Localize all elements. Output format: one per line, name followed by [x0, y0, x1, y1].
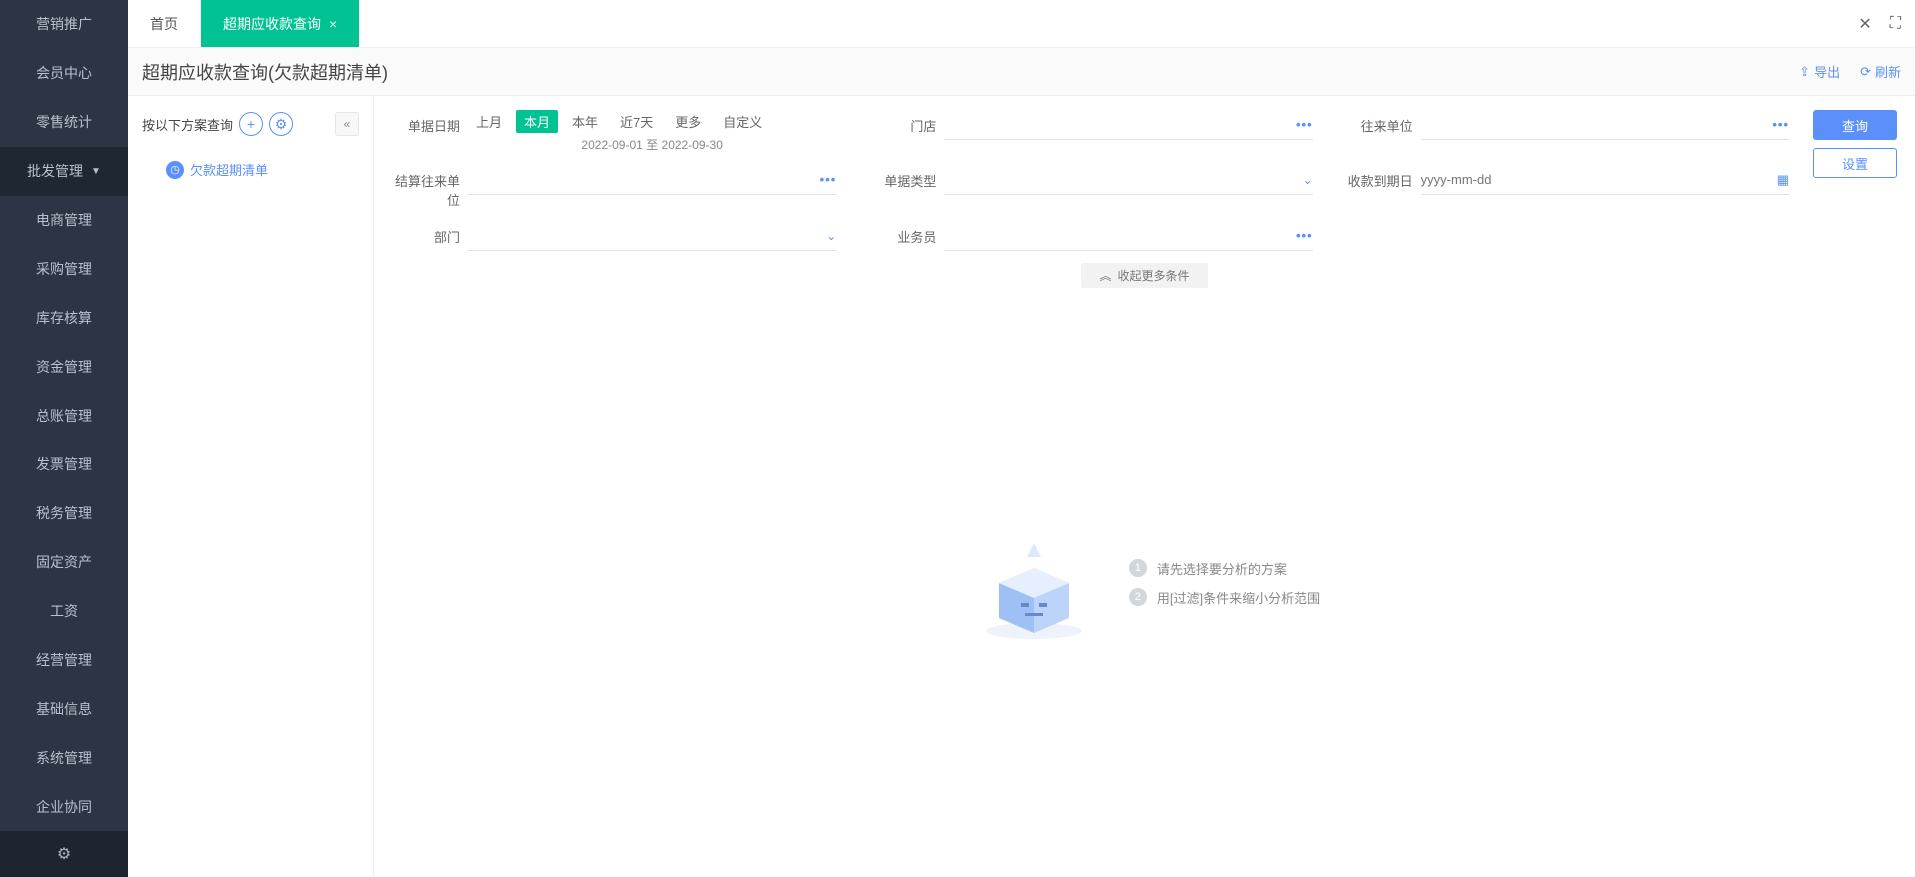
- sidebar-settings[interactable]: ⚙: [0, 831, 128, 877]
- ellipsis-icon: •••: [1772, 117, 1789, 132]
- sidebar-item-invoice[interactable]: 发票管理: [0, 440, 128, 489]
- filter-settle: 结算往来单位 •••: [384, 165, 836, 209]
- sidebar-item-ledger[interactable]: 总账管理: [0, 391, 128, 440]
- sidebar-item-salary[interactable]: 工资: [0, 587, 128, 636]
- filter-clerk: 业务员 •••: [860, 221, 1312, 251]
- filter-partner: 往来单位 •••: [1337, 110, 1789, 140]
- sidebar-item-basicinfo[interactable]: 基础信息: [0, 684, 128, 733]
- collapse-filters-button[interactable]: ︽ 收起更多条件: [1081, 263, 1207, 288]
- close-all-icon[interactable]: ✕: [1858, 14, 1871, 34]
- empty-state: 1请先选择要分析的方案 2用[过滤]条件来缩小分析范围: [374, 288, 1915, 877]
- sidebar-item-ecommerce[interactable]: 电商管理: [0, 196, 128, 245]
- caret-down-icon: ▼: [91, 166, 101, 177]
- filter-due: 收款到期日 ▦: [1337, 165, 1789, 195]
- scheme-item-overdue[interactable]: ◷ 欠款超期清单: [144, 156, 357, 183]
- empty-illustration: [969, 523, 1099, 643]
- sidebar-item-retail[interactable]: 零售统计: [0, 98, 128, 147]
- refresh-icon: ⟳: [1860, 64, 1871, 80]
- chip-thismonth[interactable]: 本月: [516, 110, 558, 133]
- empty-tip-1: 1请先选择要分析的方案: [1129, 559, 1320, 578]
- chevron-down-icon: ⌄: [826, 229, 836, 243]
- sidebar-item-operation[interactable]: 经营管理: [0, 636, 128, 685]
- filter-store: 门店 •••: [860, 110, 1312, 140]
- gear-icon: ⚙: [57, 844, 71, 864]
- due-date-input[interactable]: ▦: [1421, 165, 1789, 195]
- sidebar-item-fixedasset[interactable]: 固定资产: [0, 538, 128, 587]
- ellipsis-icon: •••: [1296, 117, 1313, 132]
- chevron-up-icon: ︽: [1099, 267, 1111, 284]
- sidebar-item-funds[interactable]: 资金管理: [0, 342, 128, 391]
- filter-type: 单据类型 ⌄: [860, 165, 1312, 195]
- sidebar-item-member[interactable]: 会员中心: [0, 49, 128, 98]
- chip-7days[interactable]: 近7天: [612, 110, 661, 133]
- empty-tip-2: 2用[过滤]条件来缩小分析范围: [1129, 588, 1320, 607]
- scheme-settings-button[interactable]: ⚙: [269, 112, 293, 136]
- sidebar-item-inventory[interactable]: 库存核算: [0, 293, 128, 342]
- type-select[interactable]: ⌄: [944, 165, 1312, 195]
- chip-thisyear[interactable]: 本年: [564, 110, 606, 133]
- sidebar: 营销推广 会员中心 零售统计 批发管理▼ 电商管理 采购管理 库存核算 资金管理…: [0, 0, 128, 877]
- query-button[interactable]: 查询: [1813, 110, 1897, 140]
- settings-button[interactable]: 设置: [1813, 148, 1897, 178]
- sidebar-item-purchase[interactable]: 采购管理: [0, 244, 128, 293]
- sidebar-item-enterprise[interactable]: 企业协同: [0, 782, 128, 831]
- tab-overdue-query[interactable]: 超期应收款查询 ×: [201, 0, 360, 47]
- settle-picker[interactable]: •••: [468, 165, 836, 195]
- collapse-panel-button[interactable]: «: [335, 112, 359, 136]
- fullscreen-icon[interactable]: ⛶: [1890, 15, 1901, 33]
- date-range-text: 2022-09-01 至 2022-09-30: [468, 136, 836, 153]
- chip-lastmonth[interactable]: 上月: [468, 110, 510, 133]
- sidebar-item-tax[interactable]: 税务管理: [0, 489, 128, 538]
- sidebar-item-marketing[interactable]: 营销推广: [0, 0, 128, 49]
- ellipsis-icon: •••: [1296, 228, 1313, 243]
- chevron-down-icon: ⌄: [1303, 173, 1313, 187]
- refresh-button[interactable]: ⟳刷新: [1860, 62, 1901, 81]
- scheme-icon: ◷: [166, 161, 184, 179]
- sidebar-item-wholesale[interactable]: 批发管理▼: [0, 147, 128, 196]
- due-date-field[interactable]: [1421, 172, 1777, 187]
- sidebar-item-system[interactable]: 系统管理: [0, 733, 128, 782]
- partner-picker[interactable]: •••: [1421, 110, 1789, 140]
- store-picker[interactable]: •••: [944, 110, 1312, 140]
- tabbar: 首页 超期应收款查询 × ✕ ⛶: [128, 0, 1915, 48]
- ellipsis-icon: •••: [820, 172, 837, 187]
- close-icon[interactable]: ×: [329, 16, 337, 32]
- scheme-panel-title: 按以下方案查询: [142, 115, 233, 134]
- dept-select[interactable]: ⌄: [468, 221, 836, 251]
- calendar-icon[interactable]: ▦: [1777, 172, 1789, 188]
- filter-billdate: 单据日期 上月 本月 本年 近7天 更多 自定义 2022-: [384, 110, 836, 153]
- export-icon: ⇪: [1799, 64, 1810, 80]
- page-title: 超期应收款查询(欠款超期清单): [142, 59, 388, 85]
- chip-more[interactable]: 更多: [667, 110, 709, 133]
- tab-home[interactable]: 首页: [128, 0, 201, 47]
- filter-dept: 部门 ⌄: [384, 221, 836, 251]
- add-scheme-button[interactable]: +: [239, 112, 263, 136]
- export-button[interactable]: ⇪导出: [1799, 62, 1840, 81]
- titlebar: 超期应收款查询(欠款超期清单) ⇪导出 ⟳刷新: [128, 48, 1915, 96]
- scheme-panel: 按以下方案查询 + ⚙ « ◷ 欠款超期清单: [128, 96, 374, 877]
- clerk-picker[interactable]: •••: [944, 221, 1312, 251]
- chip-custom[interactable]: 自定义: [715, 110, 770, 133]
